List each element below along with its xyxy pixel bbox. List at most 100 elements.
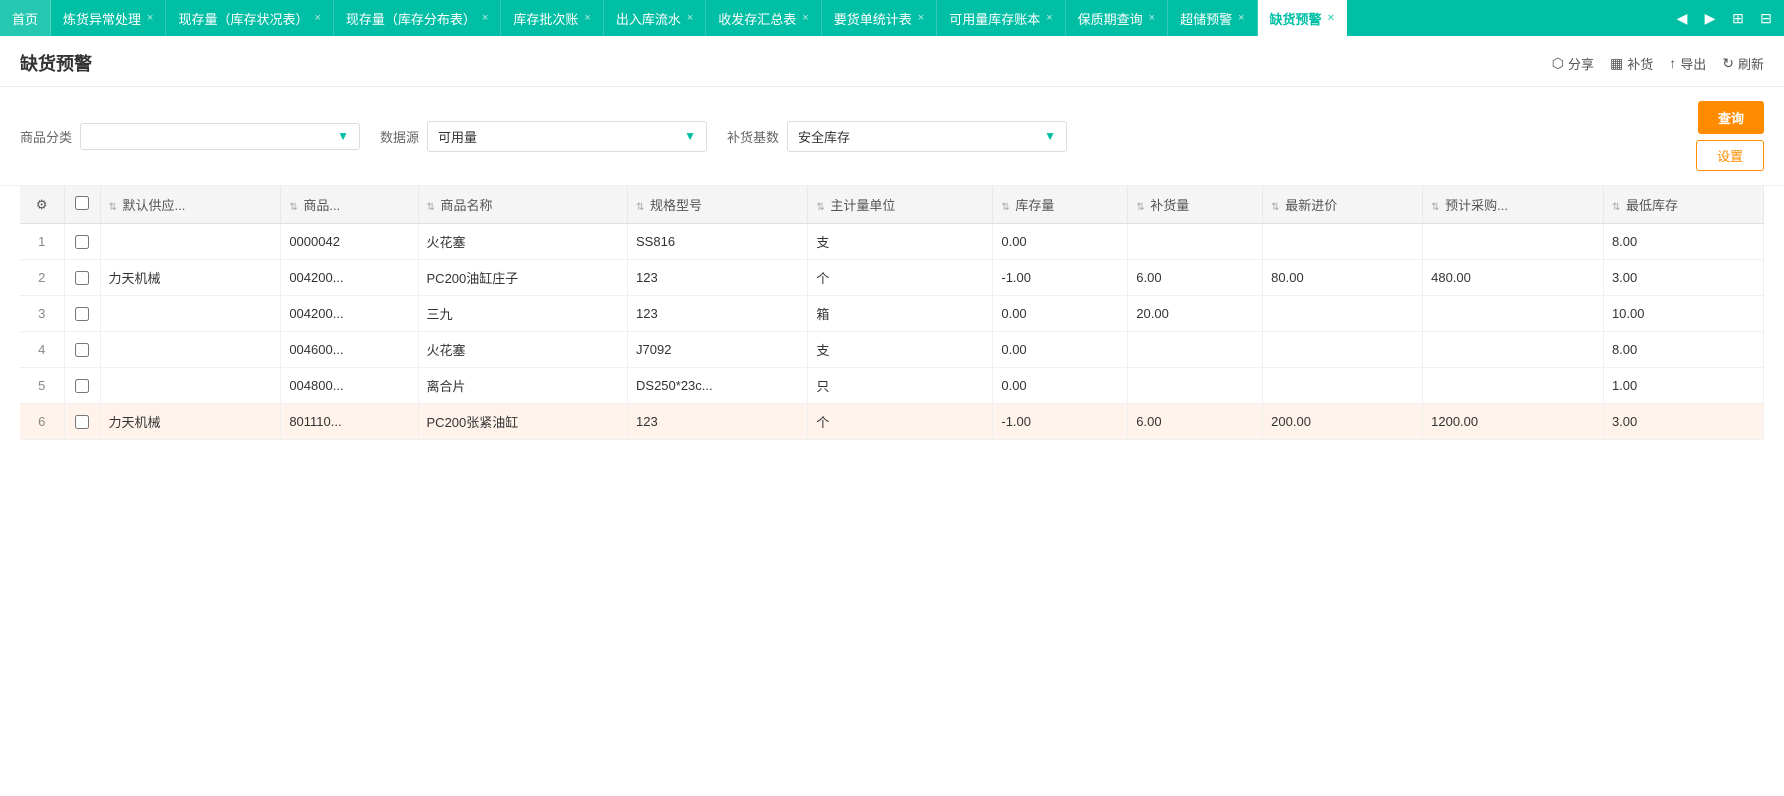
nav-tab-4[interactable]: 库存批次账 × (501, 0, 603, 36)
close-tab-3[interactable]: × (482, 12, 488, 24)
nav-tab-7[interactable]: 要货单统计表 × (822, 0, 937, 36)
row-spec-4: J7092 (628, 332, 808, 368)
row-unit-2: 个 (808, 260, 993, 296)
share-button[interactable]: ⬡ 分享 (1552, 54, 1594, 73)
replenish-base-select[interactable]: 安全库存 ▼ (787, 121, 1067, 152)
row-select-checkbox-1[interactable] (75, 235, 89, 249)
category-dropdown-arrow: ▼ (337, 129, 349, 143)
sort-icon: ⇅ (1271, 202, 1279, 213)
table-row: 6 力天机械 801110... PC200张紧油缸 123 个 -1.00 6… (20, 404, 1764, 440)
row-checkbox-5[interactable] (64, 368, 100, 404)
close-tab-7[interactable]: × (918, 12, 924, 24)
nav-tab-3[interactable]: 现存量（库存分布表） × (334, 0, 501, 36)
replenish-base-value: 安全库存 (798, 127, 850, 146)
row-select-checkbox-4[interactable] (75, 343, 89, 357)
settings-button[interactable]: 设置 (1696, 140, 1764, 171)
unit-column-header: ⇅ 主计量单位 (808, 186, 993, 224)
checkbox-column-header[interactable] (64, 186, 100, 224)
datasource-select[interactable]: 可用量 ▼ (427, 121, 707, 152)
min-stock-column-header: ⇅ 最低库存 (1603, 186, 1763, 224)
sort-icon: ⇅ (427, 202, 435, 213)
row-checkbox-2[interactable] (64, 260, 100, 296)
datasource-value: 可用量 (438, 127, 477, 146)
row-goods-code-6: 801110... (281, 404, 418, 440)
replenish-icon: ▦ (1610, 55, 1623, 72)
row-checkbox-3[interactable] (64, 296, 100, 332)
settings-column-header[interactable]: ⚙ (20, 186, 64, 224)
row-goods-code-5: 004800... (281, 368, 418, 404)
row-est-purchase-3 (1423, 296, 1604, 332)
close-tab-9[interactable]: × (1149, 12, 1155, 24)
nav-tab-9[interactable]: 保质期查询 × (1066, 0, 1168, 36)
row-spec-3: 123 (628, 296, 808, 332)
datasource-label: 数据源 (380, 127, 419, 146)
row-goods-code-3: 004200... (281, 296, 418, 332)
query-button[interactable]: 查询 (1698, 101, 1764, 134)
goods-code-column-header: ⇅ 商品... (281, 186, 418, 224)
category-select[interactable]: ▼ (80, 123, 360, 150)
row-checkbox-6[interactable] (64, 404, 100, 440)
row-replenish-1 (1128, 224, 1263, 260)
nav-tab-5[interactable]: 出入库流水 × (604, 0, 706, 36)
export-button[interactable]: ↑ 导出 (1669, 54, 1706, 73)
nav-tab-1[interactable]: 炼货异常处理 × (51, 0, 166, 36)
row-unit-1: 支 (808, 224, 993, 260)
table-row: 1 0000042 火花塞 SS816 支 0.00 8.00 (20, 224, 1764, 260)
row-goods-name-2: PC200油缸庄子 (418, 260, 628, 296)
row-spec-5: DS250*23c... (628, 368, 808, 404)
row-min-stock-6: 3.00 (1603, 404, 1763, 440)
close-tab-11[interactable]: × (1328, 12, 1334, 24)
nav-minimize-button[interactable]: ⊞ (1724, 4, 1752, 32)
row-checkbox-1[interactable] (64, 224, 100, 260)
nav-tab-home[interactable]: 首页 (0, 0, 51, 36)
row-select-checkbox-5[interactable] (75, 379, 89, 393)
replenish-base-filter-group: 补货基数 安全库存 ▼ (727, 121, 1067, 152)
datasource-filter-group: 数据源 可用量 ▼ (380, 121, 707, 152)
replenish-button[interactable]: ▦ 补货 (1610, 54, 1653, 73)
row-checkbox-4[interactable] (64, 332, 100, 368)
nav-tab-8[interactable]: 可用量库存账本 × (937, 0, 1065, 36)
nav-tab-2[interactable]: 现存量（库存状况表） × (166, 0, 333, 36)
close-tab-4[interactable]: × (584, 12, 590, 24)
nav-tab-11[interactable]: 缺货预警 × (1258, 0, 1347, 36)
row-latest-price-4 (1263, 332, 1423, 368)
nav-tab-6[interactable]: 收发存汇总表 × (706, 0, 821, 36)
row-select-checkbox-6[interactable] (75, 415, 89, 429)
supplier-column-header: ⇅ 默认供应... (100, 186, 281, 224)
close-tab-8[interactable]: × (1046, 12, 1052, 24)
close-tab-2[interactable]: × (314, 12, 320, 24)
top-navigation: 首页 炼货异常处理 × 现存量（库存状况表） × 现存量（库存分布表） × 库存… (0, 0, 1784, 36)
nav-maximize-button[interactable]: ⊟ (1752, 4, 1780, 32)
row-unit-3: 箱 (808, 296, 993, 332)
sort-icon: ⇅ (636, 202, 644, 213)
row-select-checkbox-2[interactable] (75, 271, 89, 285)
sort-icon: ⇅ (1136, 202, 1144, 213)
row-spec-6: 123 (628, 404, 808, 440)
table-header-row: ⚙ ⇅ 默认供应... ⇅ 商品... ⇅ 商品名称 (20, 186, 1764, 224)
row-number-3: 3 (20, 296, 64, 332)
row-goods-name-4: 火花塞 (418, 332, 628, 368)
close-tab-5[interactable]: × (687, 12, 693, 24)
row-spec-2: 123 (628, 260, 808, 296)
close-tab-1[interactable]: × (147, 12, 153, 24)
row-select-checkbox-3[interactable] (75, 307, 89, 321)
close-tab-6[interactable]: × (802, 12, 808, 24)
page-header: 缺货预警 ⬡ 分享 ▦ 补货 ↑ 导出 ↻ 刷新 (0, 36, 1784, 87)
sort-icon: ⇅ (1612, 202, 1620, 213)
select-all-checkbox[interactable] (75, 196, 89, 210)
row-goods-name-1: 火花塞 (418, 224, 628, 260)
sort-icon: ⇅ (1431, 202, 1439, 213)
row-min-stock-1: 8.00 (1603, 224, 1763, 260)
replenish-base-dropdown-arrow: ▼ (1044, 129, 1056, 143)
close-tab-10[interactable]: × (1238, 12, 1244, 24)
row-number-1: 1 (20, 224, 64, 260)
refresh-button[interactable]: ↻ 刷新 (1722, 54, 1764, 73)
row-number-5: 5 (20, 368, 64, 404)
row-goods-code-1: 0000042 (281, 224, 418, 260)
row-replenish-6: 6.00 (1128, 404, 1263, 440)
datasource-dropdown-arrow: ▼ (684, 129, 696, 143)
nav-next-button[interactable]: ▶ (1696, 4, 1724, 32)
nav-prev-button[interactable]: ◀ (1668, 4, 1696, 32)
nav-tab-10[interactable]: 超储预警 × (1168, 0, 1257, 36)
spec-column-header: ⇅ 规格型号 (628, 186, 808, 224)
